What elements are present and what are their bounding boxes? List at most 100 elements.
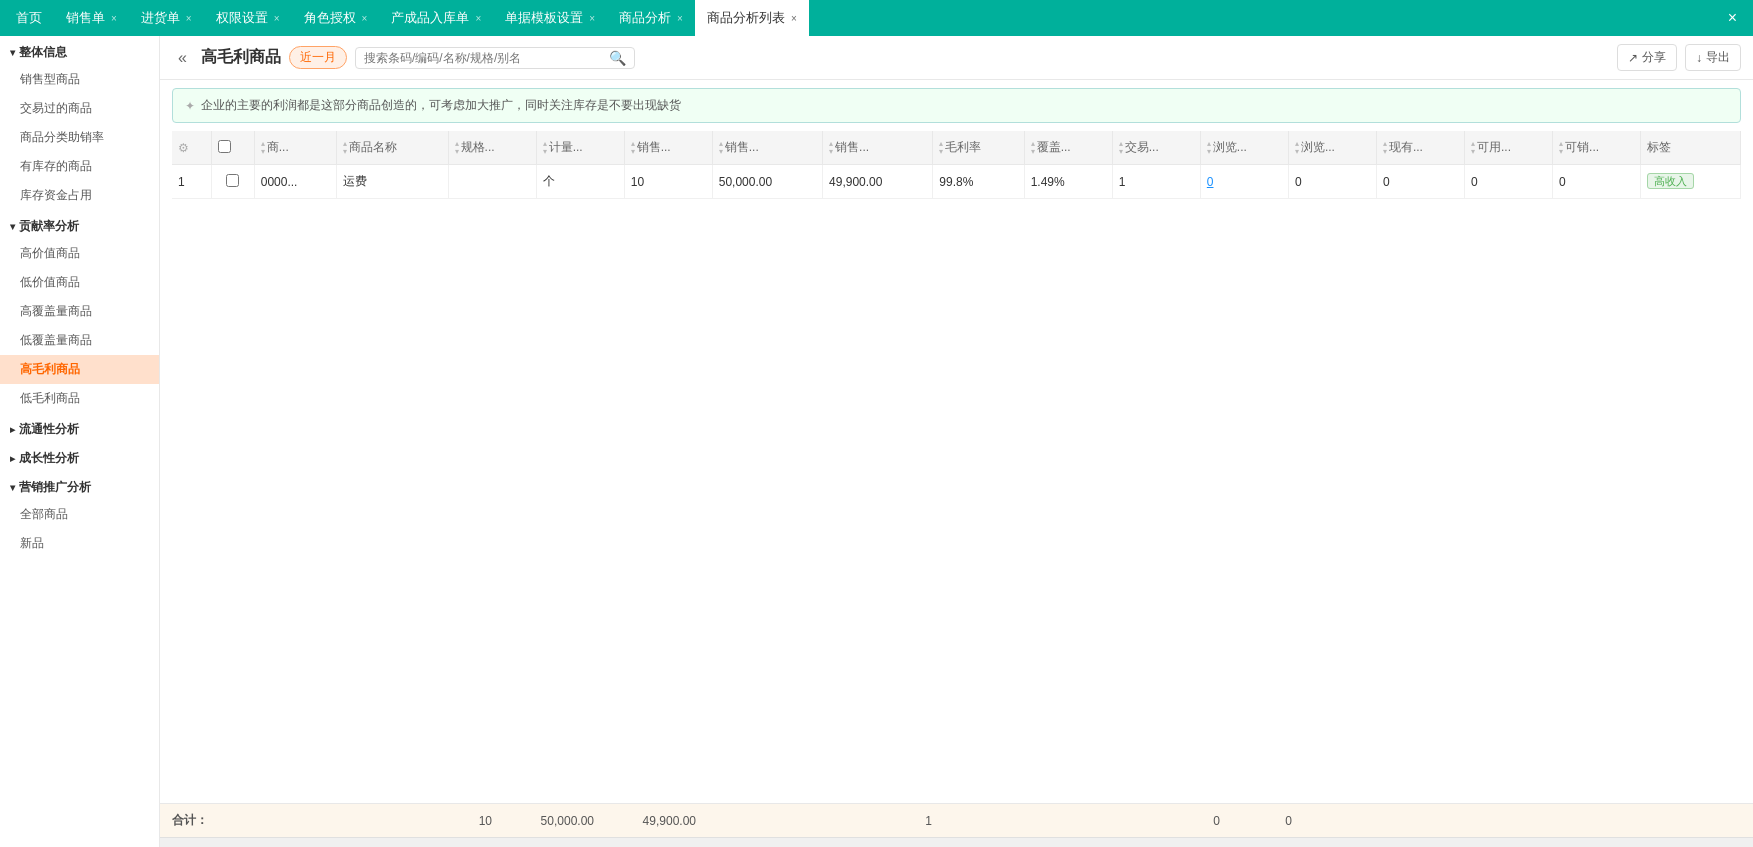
col-header-code[interactable]: ▴▾商...	[254, 131, 337, 165]
nav-close-icon[interactable]: ×	[677, 13, 683, 24]
group-label-text: 营销推广分析	[19, 479, 91, 496]
nav-close-icon[interactable]: ×	[589, 13, 595, 24]
footer-stock-available: 0	[1160, 814, 1220, 828]
search-icon[interactable]: 🔍	[609, 50, 626, 66]
footer-sales-qty: 10	[432, 814, 492, 828]
group-arrow-icon: ▸	[10, 424, 15, 435]
horizontal-scrollbar[interactable]	[160, 837, 1753, 847]
search-box: 🔍	[355, 47, 635, 69]
group-label-text: 流通性分析	[19, 421, 79, 438]
col-header-gear: ⚙	[172, 131, 211, 165]
col-header-stock_current[interactable]: ▴▾现有...	[1376, 131, 1464, 165]
sidebar-item-低毛利商品[interactable]: 低毛利商品	[0, 384, 159, 413]
nav-item-单据模板设置[interactable]: 单据模板设置 ×	[493, 0, 607, 36]
col-header-sales_amount[interactable]: ▴▾销售...	[712, 131, 822, 165]
row-checkbox[interactable]	[226, 174, 239, 187]
sidebar-group-营销推广分析[interactable]: ▾ 营销推广分析	[0, 471, 159, 500]
sidebar-item-低价值商品[interactable]: 低价值商品	[0, 268, 159, 297]
content-area: « 高毛利商品 近一月 🔍 ↗ 分享 ↓ 导出 ✦ 企业的主要的利润都是这部分商…	[160, 36, 1753, 847]
nav-item-产成品入库单[interactable]: 产成品入库单 ×	[379, 0, 493, 36]
sidebar-item-高覆盖量商品[interactable]: 高覆盖量商品	[0, 297, 159, 326]
nav-close-icon[interactable]: ×	[111, 13, 117, 24]
table-footer: 合计： 10 50,000.00 49,900.00 1 0 0	[160, 803, 1753, 837]
sidebar-group-成长性分析[interactable]: ▸成长性分析	[0, 442, 159, 471]
data-table: ⚙▴▾商...▴▾商品名称▴▾规格...▴▾计量...▴▾销售...▴▾销售..…	[172, 131, 1741, 199]
col-header-spec[interactable]: ▴▾规格...	[448, 131, 536, 165]
close-all-button[interactable]: ×	[1716, 9, 1749, 27]
sidebar-item-高价值商品[interactable]: 高价值商品	[0, 239, 159, 268]
nav-close-icon[interactable]: ×	[791, 13, 797, 24]
sort-icon: ▴▾	[343, 140, 347, 156]
col-header-coverage[interactable]: ▴▾覆盖...	[1024, 131, 1112, 165]
group-label-text: 贡献率分析	[19, 218, 79, 235]
collapse-button[interactable]: «	[172, 47, 193, 69]
sidebar-item-销售型商品[interactable]: 销售型商品	[0, 65, 159, 94]
nav-close-icon[interactable]: ×	[274, 13, 280, 24]
cell-tag: 高收入	[1641, 165, 1741, 199]
export-button[interactable]: ↓ 导出	[1685, 44, 1741, 71]
nav-item-销售单[interactable]: 销售单 ×	[54, 0, 129, 36]
cell-sales_qty: 10	[624, 165, 712, 199]
search-input[interactable]	[364, 51, 609, 65]
cell-stock_available: 0	[1465, 165, 1553, 199]
sidebar-item-高毛利商品[interactable]: 高毛利商品	[0, 355, 159, 384]
footer-trade: 1	[872, 814, 932, 828]
group-arrow-icon: ▾	[10, 221, 15, 232]
cell-spec	[448, 165, 536, 199]
cell-index: 1	[172, 165, 211, 199]
col-header-browse2[interactable]: ▴▾浏览...	[1288, 131, 1376, 165]
sidebar-item-新品[interactable]: 新品	[0, 529, 159, 558]
nav-item-角色授权[interactable]: 角色授权 ×	[292, 0, 380, 36]
main-layout: ▾整体信息销售型商品交易过的商品商品分类助销率有库存的商品库存资金占用 ▾ 贡献率分…	[0, 36, 1753, 847]
sidebar-group-贡献率分析[interactable]: ▾ 贡献率分析	[0, 210, 159, 239]
action-buttons: ↗ 分享 ↓ 导出	[1617, 44, 1741, 71]
nav-item-进货单[interactable]: 进货单 ×	[129, 0, 204, 36]
nav-item-商品分析列表[interactable]: 商品分析列表 ×	[695, 0, 809, 36]
sidebar-item-库存资金占用[interactable]: 库存资金占用	[0, 181, 159, 210]
col-header-gross_margin[interactable]: ▴▾毛利率	[933, 131, 1024, 165]
header-row: ⚙▴▾商...▴▾商品名称▴▾规格...▴▾计量...▴▾销售...▴▾销售..…	[172, 131, 1741, 165]
sort-icon: ▴▾	[1471, 140, 1475, 156]
sidebar-item-商品分类助销率[interactable]: 商品分类助销率	[0, 123, 159, 152]
sort-icon: ▴▾	[1295, 140, 1299, 156]
sort-icon: ▴▾	[1383, 140, 1387, 156]
nav-item-商品分析[interactable]: 商品分析 ×	[607, 0, 695, 36]
nav-item-权限设置[interactable]: 权限设置 ×	[204, 0, 292, 36]
col-header-trade[interactable]: ▴▾交易...	[1112, 131, 1200, 165]
col-header-sales_cost[interactable]: ▴▾销售...	[823, 131, 933, 165]
col-header-browse1[interactable]: ▴▾浏览...	[1200, 131, 1288, 165]
group-label-text: 成长性分析	[19, 450, 79, 467]
col-header-stock_saleable[interactable]: ▴▾可销...	[1553, 131, 1641, 165]
nav-close-icon[interactable]: ×	[475, 13, 481, 24]
group-arrow-icon: ▾	[10, 482, 15, 493]
sidebar-group-整体信息[interactable]: ▾整体信息	[0, 36, 159, 65]
sidebar-item-有库存的商品[interactable]: 有库存的商品	[0, 152, 159, 181]
select-all-checkbox[interactable]	[218, 140, 231, 153]
col-header-unit[interactable]: ▴▾计量...	[536, 131, 624, 165]
cell-coverage: 1.49%	[1024, 165, 1112, 199]
sort-icon: ▴▾	[631, 140, 635, 156]
info-banner: ✦ 企业的主要的利润都是这部分商品创造的，可考虑加大推广，同时关注库存是不要出现…	[172, 88, 1741, 123]
col-header-stock_available[interactable]: ▴▾可用...	[1465, 131, 1553, 165]
browse-link[interactable]: 0	[1207, 175, 1214, 189]
nav-item-首页[interactable]: 首页	[4, 0, 54, 36]
tip-icon: ✦	[185, 99, 195, 113]
nav-close-icon[interactable]: ×	[186, 13, 192, 24]
sidebar-group-流通性分析[interactable]: ▸ 流通性分析	[0, 413, 159, 442]
sidebar-item-全部商品[interactable]: 全部商品	[0, 500, 159, 529]
sidebar-item-低覆盖量商品[interactable]: 低覆盖量商品	[0, 326, 159, 355]
gear-icon[interactable]: ⚙	[178, 141, 189, 155]
footer-sales-amount: 50,000.00	[504, 814, 594, 828]
col-header-name[interactable]: ▴▾商品名称	[337, 131, 448, 165]
content-header: « 高毛利商品 近一月 🔍 ↗ 分享 ↓ 导出	[160, 36, 1753, 80]
nav-close-icon[interactable]: ×	[362, 13, 368, 24]
share-button[interactable]: ↗ 分享	[1617, 44, 1677, 71]
footer-total-label: 合计：	[172, 812, 208, 829]
footer-stock-saleable: 0	[1232, 814, 1292, 828]
cell-browse2: 0	[1288, 165, 1376, 199]
filter-button[interactable]: 近一月	[289, 46, 347, 69]
sidebar-item-交易过的商品[interactable]: 交易过的商品	[0, 94, 159, 123]
col-header-sales_qty[interactable]: ▴▾销售...	[624, 131, 712, 165]
table-wrapper: ⚙▴▾商...▴▾商品名称▴▾规格...▴▾计量...▴▾销售...▴▾销售..…	[160, 131, 1753, 803]
group-arrow-icon: ▾	[10, 47, 15, 58]
